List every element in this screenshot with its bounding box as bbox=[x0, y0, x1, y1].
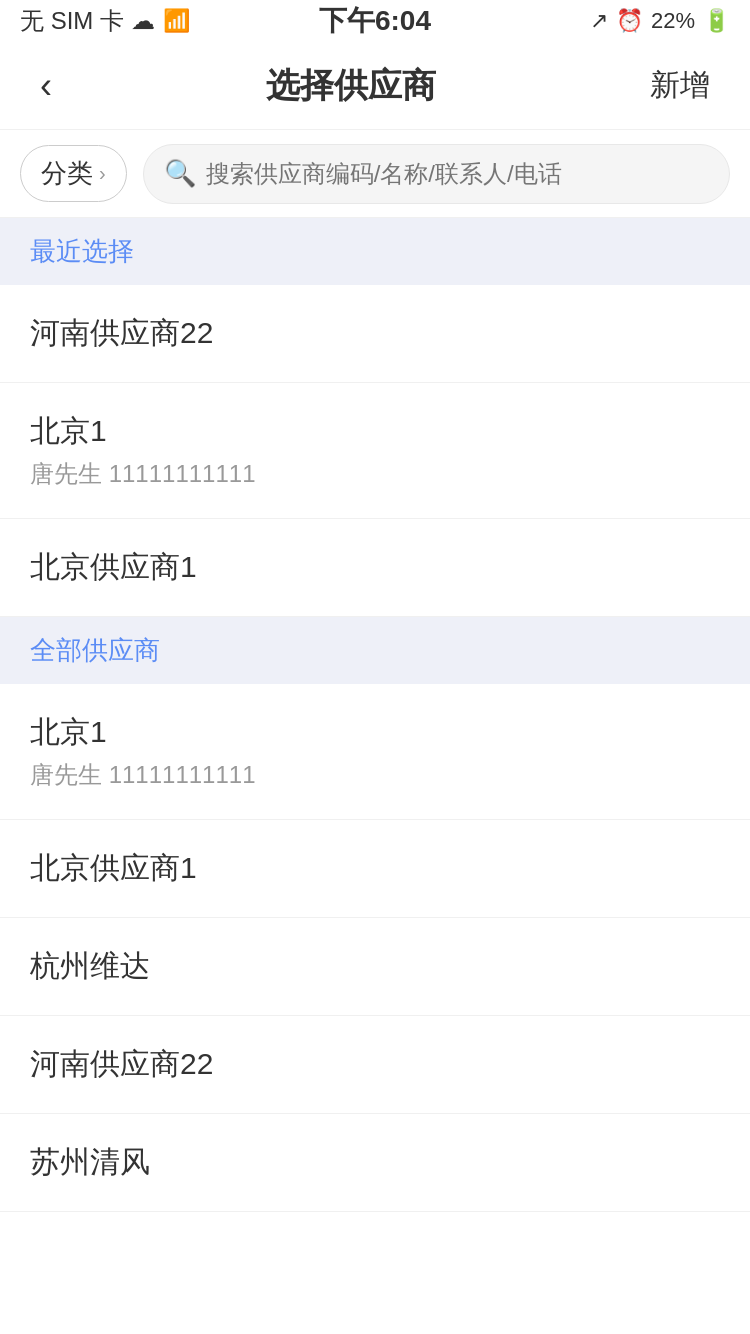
battery-label: 22% bbox=[651, 8, 695, 34]
location-icon: ↗ bbox=[590, 8, 608, 34]
back-button[interactable]: ‹ bbox=[30, 55, 62, 117]
item-name: 河南供应商22 bbox=[30, 313, 720, 354]
nav-title: 选择供应商 bbox=[266, 63, 436, 109]
battery-icon: 🔋 bbox=[703, 8, 730, 34]
category-filter[interactable]: 分类 › bbox=[20, 145, 127, 202]
status-left: 无 SIM 卡 ☁ 📶 bbox=[20, 5, 190, 37]
search-icon: 🔍 bbox=[164, 158, 196, 189]
section-header-recent: 最近选择 bbox=[0, 218, 750, 285]
item-sub: 唐先生 11111111111 bbox=[30, 458, 720, 490]
list-item-a2[interactable]: 北京供应商1 bbox=[0, 820, 750, 918]
chevron-icon: › bbox=[99, 162, 106, 185]
item-name: 北京1 bbox=[30, 411, 720, 452]
item-sub: 唐先生 11111111111 bbox=[30, 759, 720, 791]
status-time: 下午6:04 bbox=[319, 2, 431, 40]
filter-bar: 分类 › 🔍 bbox=[0, 130, 750, 218]
section-header-all: 全部供应商 bbox=[0, 617, 750, 684]
status-bar: 无 SIM 卡 ☁ 📶 下午6:04 ↗ ⏰ 22% 🔋 bbox=[0, 0, 750, 42]
item-name: 苏州清风 bbox=[30, 1142, 720, 1183]
search-input[interactable] bbox=[206, 160, 709, 188]
item-name: 北京供应商1 bbox=[30, 848, 720, 889]
item-name: 北京1 bbox=[30, 712, 720, 753]
search-box[interactable]: 🔍 bbox=[143, 144, 730, 204]
list-item-a4[interactable]: 河南供应商22 bbox=[0, 1016, 750, 1114]
category-label: 分类 bbox=[41, 156, 93, 191]
list-item-r2[interactable]: 北京1 唐先生 11111111111 bbox=[0, 383, 750, 519]
item-name: 河南供应商22 bbox=[30, 1044, 720, 1085]
list-item-a3[interactable]: 杭州维达 bbox=[0, 918, 750, 1016]
list-item-r3[interactable]: 北京供应商1 bbox=[0, 519, 750, 617]
content-list: 最近选择河南供应商22 北京1 唐先生 11111111111 北京供应商1 全部供应商… bbox=[0, 218, 750, 1212]
item-name: 杭州维达 bbox=[30, 946, 720, 987]
nav-bar: ‹ 选择供应商 新增 bbox=[0, 42, 750, 130]
list-item-r1[interactable]: 河南供应商22 bbox=[0, 285, 750, 383]
wifi-icon: 📶 bbox=[163, 8, 190, 34]
status-right: ↗ ⏰ 22% 🔋 bbox=[590, 8, 730, 34]
sim-label: 无 SIM 卡 ☁ bbox=[20, 5, 155, 37]
list-item-a5[interactable]: 苏州清风 bbox=[0, 1114, 750, 1212]
new-button[interactable]: 新增 bbox=[640, 55, 720, 116]
alarm-icon: ⏰ bbox=[616, 8, 643, 34]
list-item-a1[interactable]: 北京1 唐先生 11111111111 bbox=[0, 684, 750, 820]
item-name: 北京供应商1 bbox=[30, 547, 720, 588]
